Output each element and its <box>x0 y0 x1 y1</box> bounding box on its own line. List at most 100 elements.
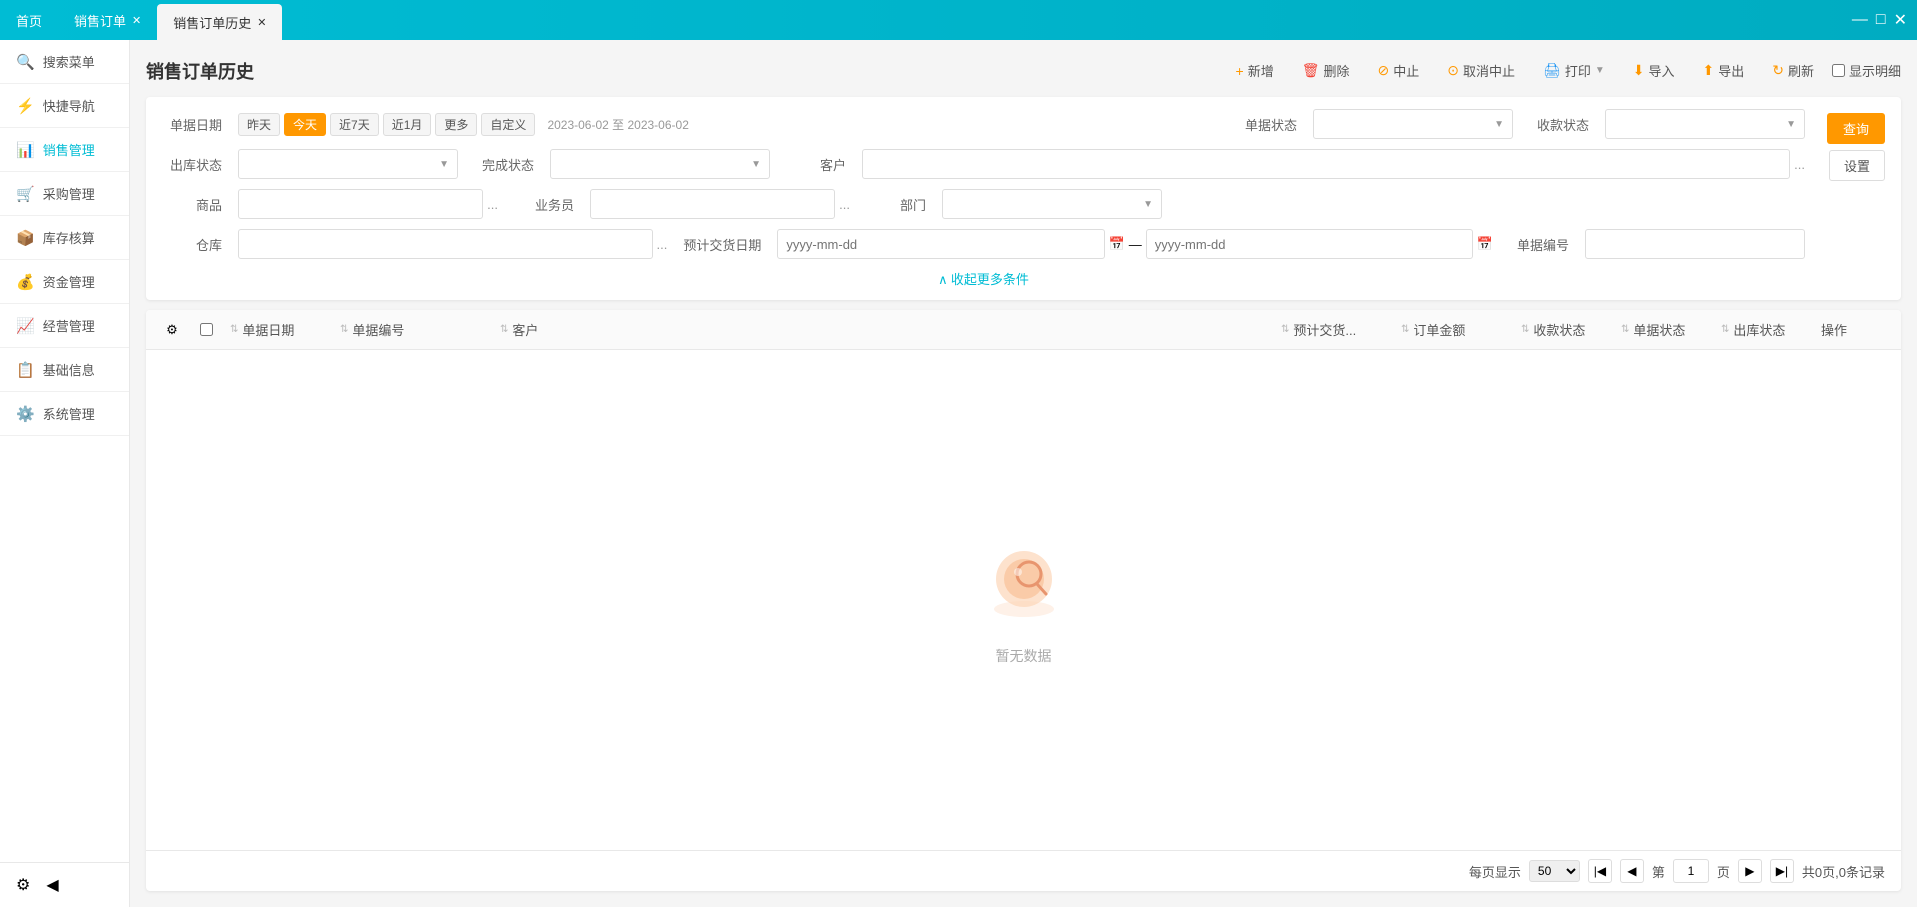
sort-outbound-icon[interactable]: ⇅ <box>1721 324 1729 335</box>
date-tag-more[interactable]: 更多 <box>435 113 477 136</box>
last-page-button[interactable]: ▶| <box>1770 859 1794 883</box>
order-status-select[interactable]: ▼ <box>1313 109 1513 139</box>
print-button[interactable]: 🖨 打印 ▼ <box>1533 56 1615 85</box>
stop-icon: ⊘ <box>1378 62 1390 79</box>
customer-more-icon[interactable]: ... <box>1794 157 1805 172</box>
th-order-status-label: 单据状态 <box>1633 320 1685 339</box>
th-outbound-status: ⇅ 出库状态 <box>1713 320 1813 339</box>
payment-status-select[interactable]: ▼ <box>1605 109 1805 139</box>
new-icon: + <box>1236 63 1244 79</box>
refresh-button[interactable]: ↻ 刷新 <box>1762 56 1824 85</box>
table-section: ⚙ ⇅ 单据日期 ⇅ 单据编号 ⇅ 客户 ⇅ 预计交货. <box>146 310 1901 891</box>
sidebar-item-sales[interactable]: 📊 销售管理 <box>0 128 129 172</box>
per-page-label: 每页显示 <box>1469 862 1521 881</box>
delete-icon: 🗑 <box>1302 62 1320 79</box>
date-range-text: 2023-06-02 至 2023-06-02 <box>547 116 688 133</box>
date-tag-today[interactable]: 今天 <box>284 113 326 136</box>
customer-input[interactable] <box>862 149 1790 179</box>
warehouse-more-icon[interactable]: ... <box>657 237 668 252</box>
cancel-stop-button[interactable]: ⊙ 取消中止 <box>1437 56 1525 85</box>
sort-number-icon[interactable]: ⇅ <box>340 324 348 335</box>
th-payment-label: 收款状态 <box>1533 320 1585 339</box>
th-customer-label: 客户 <box>512 320 538 339</box>
tab-home[interactable]: 首页 <box>0 0 58 40</box>
tab-sales-order[interactable]: 销售订单 ✕ <box>58 0 157 40</box>
sidebar-settings-icon[interactable]: ⚙ <box>16 875 30 895</box>
order-number-input[interactable] <box>1585 229 1805 259</box>
order-number-label: 单据编号 <box>1509 235 1569 254</box>
sidebar-item-basic-info-label: 基础信息 <box>43 360 95 379</box>
settings-button[interactable]: 设置 <box>1829 150 1885 181</box>
tab-sales-order-history-close[interactable]: ✕ <box>257 16 266 29</box>
sidebar-item-quick-nav[interactable]: ⚡ 快捷导航 <box>0 84 129 128</box>
date-picker-group: 昨天 今天 近7天 近1月 更多 自定义 2023-06-02 至 2023-0… <box>238 113 689 136</box>
calendar-from-icon[interactable]: 📅 <box>1109 236 1125 252</box>
content-area: 销售订单历史 + 新增 🗑 删除 ⊘ 中止 ⊙ 取消中止 <box>130 40 1917 907</box>
empty-text: 暂无数据 <box>996 646 1052 666</box>
sidebar-item-operation[interactable]: 📈 经营管理 <box>0 304 129 348</box>
sidebar-item-system[interactable]: ⚙️ 系统管理 <box>0 392 129 436</box>
delete-button[interactable]: 🗑 删除 <box>1292 56 1360 85</box>
system-icon: ⚙️ <box>16 405 35 423</box>
maximize-button[interactable]: □ <box>1876 11 1886 29</box>
collapse-row[interactable]: ∧ 收起更多条件 <box>162 269 1805 288</box>
sidebar-item-search-menu[interactable]: 🔍 搜索菜单 <box>0 40 129 84</box>
sort-delivery-icon[interactable]: ⇅ <box>1281 324 1289 335</box>
outbound-status-select[interactable]: ▼ <box>238 149 458 179</box>
prev-page-button[interactable]: ◀ <box>1620 859 1644 883</box>
refresh-label: 刷新 <box>1788 61 1814 80</box>
delivery-date-to-input[interactable] <box>1146 229 1473 259</box>
display-detail-text: 显示明细 <box>1849 61 1901 80</box>
date-range-separator: — <box>1129 237 1142 252</box>
sidebar-item-inventory[interactable]: 📦 库存核算 <box>0 216 129 260</box>
sort-amount-icon[interactable]: ⇅ <box>1401 324 1409 335</box>
product-more-icon[interactable]: ... <box>487 197 498 212</box>
sidebar-item-purchase[interactable]: 🛒 采购管理 <box>0 172 129 216</box>
outbound-status-chevron-icon: ▼ <box>439 159 449 170</box>
sidebar-item-basic-info[interactable]: 📋 基础信息 <box>0 348 129 392</box>
sort-payment-icon[interactable]: ⇅ <box>1521 324 1529 335</box>
th-checkbox[interactable] <box>190 323 222 336</box>
completion-status-select[interactable]: ▼ <box>550 149 770 179</box>
sidebar-collapse-icon[interactable]: ◀ <box>46 875 58 895</box>
date-tag-7days[interactable]: 近7天 <box>330 113 379 136</box>
payment-status-chevron-icon: ▼ <box>1786 119 1796 130</box>
next-page-button[interactable]: ▶ <box>1738 859 1762 883</box>
display-detail-checkbox[interactable] <box>1832 64 1845 77</box>
date-label: 单据日期 <box>162 115 222 134</box>
calendar-to-icon[interactable]: 📅 <box>1477 236 1493 252</box>
export-button[interactable]: ⬆ 导出 <box>1692 56 1754 85</box>
date-tag-yesterday[interactable]: 昨天 <box>238 113 280 136</box>
date-tag-1month[interactable]: 近1月 <box>383 113 432 136</box>
department-select[interactable]: ▼ <box>942 189 1162 219</box>
tab-sales-order-close[interactable]: ✕ <box>132 14 141 27</box>
sort-date-icon[interactable]: ⇅ <box>230 324 238 335</box>
sidebar-item-capital[interactable]: 💰 资金管理 <box>0 260 129 304</box>
minimize-button[interactable]: — <box>1852 11 1868 29</box>
purchase-icon: 🛒 <box>16 185 35 203</box>
table-header: ⚙ ⇅ 单据日期 ⇅ 单据编号 ⇅ 客户 ⇅ 预计交货. <box>146 310 1901 350</box>
new-button[interactable]: + 新增 <box>1226 56 1284 85</box>
page-number-input[interactable] <box>1673 859 1709 883</box>
delivery-date-from-input[interactable] <box>777 229 1104 259</box>
sort-customer-icon[interactable]: ⇅ <box>500 324 508 335</box>
first-page-button[interactable]: |◀ <box>1588 859 1612 883</box>
per-page-select[interactable]: 50 100 200 <box>1529 860 1580 882</box>
th-settings[interactable]: ⚙ <box>154 322 190 338</box>
tab-sales-order-history[interactable]: 销售订单历史 ✕ <box>157 4 282 40</box>
order-status-chevron-icon: ▼ <box>1494 119 1504 130</box>
department-label: 部门 <box>866 195 926 214</box>
query-button[interactable]: 查询 <box>1827 113 1885 144</box>
print-label: 打印 <box>1565 61 1591 80</box>
product-input[interactable] <box>238 189 483 219</box>
print-chevron-icon: ▼ <box>1595 65 1605 76</box>
select-all-checkbox[interactable] <box>200 323 213 336</box>
sort-order-status-icon[interactable]: ⇅ <box>1621 324 1629 335</box>
date-tag-custom[interactable]: 自定义 <box>481 113 535 136</box>
salesperson-more-icon[interactable]: ... <box>839 197 850 212</box>
warehouse-input[interactable] <box>238 229 653 259</box>
stop-button[interactable]: ⊘ 中止 <box>1368 56 1430 85</box>
close-button[interactable]: ✕ <box>1894 10 1907 30</box>
import-button[interactable]: ⬇ 导入 <box>1623 56 1685 85</box>
salesperson-input[interactable] <box>590 189 835 219</box>
